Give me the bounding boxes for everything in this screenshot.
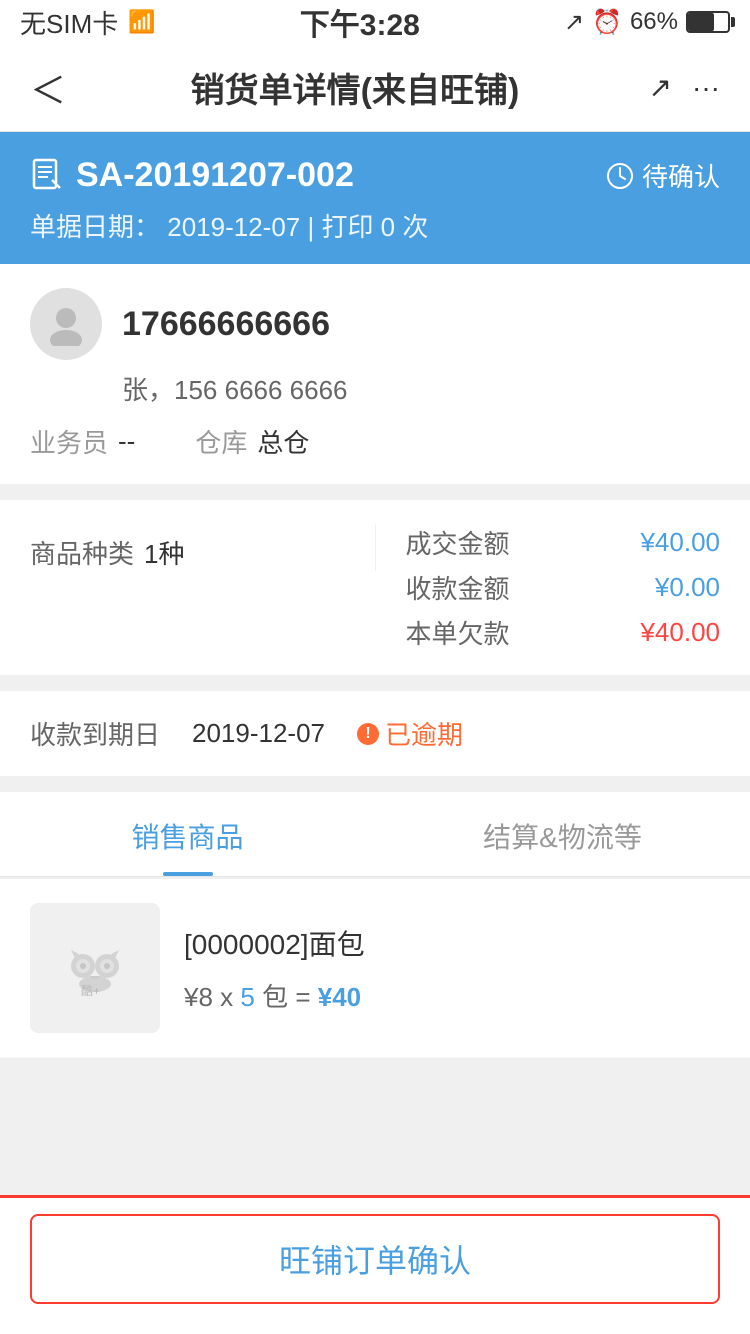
- category-label: 商品种类: [30, 534, 134, 571]
- order-date-value: 2019-12-07: [167, 212, 300, 242]
- tab-products[interactable]: 销售商品: [0, 792, 375, 876]
- tab-settlement[interactable]: 结算&物流等: [375, 792, 750, 876]
- due-date-value: 2019-12-07: [192, 718, 325, 749]
- time-display: 下午3:28: [300, 0, 420, 44]
- order-document-icon: [30, 158, 66, 194]
- customer-phone: 17666666666: [122, 305, 330, 344]
- amount-row: 成交金额 ¥40.00: [406, 524, 721, 561]
- order-header: SA-20191207-002 待确认 单据日期： 2019-12-07 | 打…: [0, 132, 750, 264]
- confirm-order-label: 旺铺订单确认: [279, 1236, 471, 1282]
- wifi-icon: 📶: [128, 9, 155, 35]
- due-date-card: 收款到期日 2019-12-07 ! 已逾期: [0, 691, 750, 776]
- order-id-text: SA-20191207-002: [76, 156, 354, 195]
- order-status-text: 待确认: [642, 157, 720, 194]
- order-print-info: | 打印 0 次: [307, 212, 428, 242]
- nav-bar: ＜ 销货单详情(来自旺铺) ↗ ···: [0, 44, 750, 132]
- warehouse-value: 总仓: [257, 423, 309, 460]
- back-button[interactable]: ＜: [30, 62, 90, 114]
- user-avatar-icon: [44, 302, 88, 346]
- status-right: ↗ ⏰ 66%: [564, 8, 730, 37]
- order-id: SA-20191207-002: [30, 156, 354, 195]
- warehouse-meta: 仓库 总仓: [195, 423, 309, 460]
- received-row: 收款金额 ¥0.00: [406, 569, 721, 606]
- received-value: ¥0.00: [655, 572, 720, 603]
- product-unit-price: ¥8: [184, 982, 213, 1012]
- tabs: 销售商品 结算&物流等: [0, 792, 750, 877]
- clock-icon: [606, 162, 634, 190]
- product-qty: 5: [240, 982, 254, 1012]
- debt-label: 本单欠款: [406, 614, 510, 651]
- order-date: 单据日期： 2019-12-07 | 打印 0 次: [30, 207, 720, 244]
- due-date-label: 收款到期日: [30, 715, 160, 752]
- summary-card: 商品种类 1种 成交金额 ¥40.00 收款金额 ¥0.00 本单欠款 ¥40.…: [0, 500, 750, 675]
- order-date-label: 单据日期：: [30, 212, 160, 242]
- product-info: [0000002]面包 ¥8 x 5 包 = ¥40: [184, 923, 720, 1014]
- category-value: 1种: [144, 534, 184, 571]
- avatar: [30, 288, 102, 360]
- product-owl-logo: 酷+: [55, 938, 135, 998]
- product-price: ¥8 x 5 包 = ¥40: [184, 977, 720, 1014]
- category-row: 商品种类 1种: [30, 524, 345, 571]
- status-bar: 无SIM卡 📶 下午3:28 ↗ ⏰ 66%: [0, 0, 750, 44]
- received-label: 收款金额: [406, 569, 510, 606]
- equals-sign: =: [295, 982, 317, 1012]
- bottom-bar: 旺铺订单确认: [0, 1195, 750, 1334]
- summary-left: 商品种类 1种: [30, 524, 376, 571]
- sales-value: --: [118, 426, 135, 457]
- page-title: 销货单详情(来自旺铺): [90, 63, 620, 112]
- amount-value: ¥40.00: [640, 527, 720, 558]
- carrier-text: 无SIM卡: [20, 4, 118, 41]
- sales-meta: 业务员 --: [30, 423, 135, 460]
- product-thumbnail: 酷+: [30, 903, 160, 1033]
- battery-icon: [686, 11, 730, 33]
- product-item: 酷+ [0000002]面包 ¥8 x 5 包 = ¥40: [0, 879, 750, 1058]
- customer-name: 张，156 6666 6666: [30, 370, 720, 407]
- share-button[interactable]: ↗: [649, 71, 672, 104]
- customer-meta: 业务员 -- 仓库 总仓: [30, 423, 720, 460]
- battery-text: 66%: [630, 8, 678, 36]
- overdue-dot-icon: !: [357, 723, 379, 745]
- svg-text:酷+: 酷+: [81, 984, 100, 998]
- customer-row: 17666666666: [30, 288, 720, 360]
- order-status: 待确认: [606, 157, 720, 194]
- summary-right: 成交金额 ¥40.00 收款金额 ¥0.00 本单欠款 ¥40.00: [376, 524, 721, 651]
- sales-label: 业务员: [30, 423, 108, 460]
- tab-products-label: 销售商品: [131, 822, 243, 853]
- overdue-badge: ! 已逾期: [357, 715, 463, 752]
- product-unit: 包: [262, 982, 288, 1012]
- customer-card: 17666666666 张，156 6666 6666 业务员 -- 仓库 总仓: [0, 264, 750, 484]
- warehouse-label: 仓库: [195, 423, 247, 460]
- multiply-sign: x: [220, 982, 240, 1012]
- nav-actions: ↗ ···: [620, 71, 720, 104]
- more-button[interactable]: ···: [692, 72, 720, 104]
- amount-label: 成交金额: [406, 524, 510, 561]
- product-name: [0000002]面包: [184, 923, 720, 963]
- confirm-order-button[interactable]: 旺铺订单确认: [30, 1214, 720, 1304]
- overdue-text: 已逾期: [385, 715, 463, 752]
- tab-settlement-label: 结算&物流等: [483, 822, 642, 853]
- location-icon: ↗: [564, 8, 584, 37]
- order-id-row: SA-20191207-002 待确认: [30, 156, 720, 195]
- product-list: 酷+ [0000002]面包 ¥8 x 5 包 = ¥40: [0, 879, 750, 1058]
- status-left: 无SIM卡 📶: [20, 4, 156, 41]
- debt-row: 本单欠款 ¥40.00: [406, 614, 721, 651]
- debt-value: ¥40.00: [640, 617, 720, 648]
- product-total: ¥40: [318, 982, 361, 1012]
- alarm-icon: ⏰: [592, 8, 622, 37]
